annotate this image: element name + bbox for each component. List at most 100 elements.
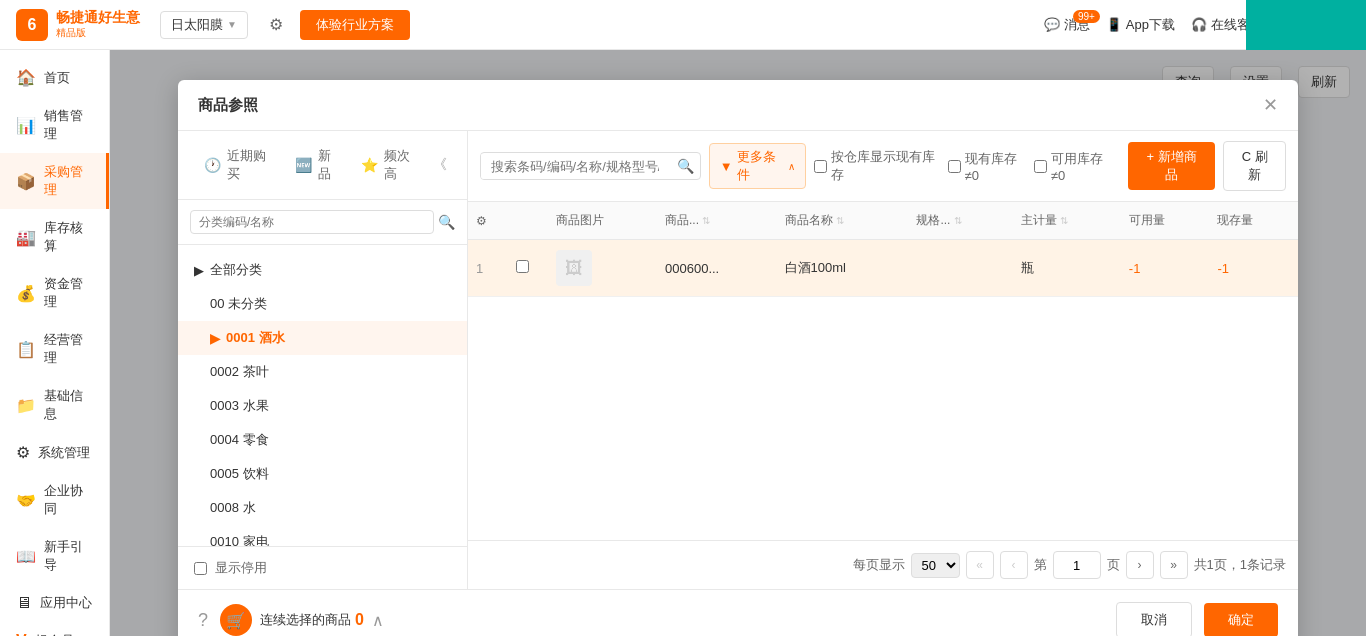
show-disabled[interactable]: 显示停用: [178, 546, 467, 589]
tab-recent[interactable]: 🕐 近期购买: [194, 141, 285, 189]
sidebar-item-member[interactable]: V 畅会员: [0, 622, 109, 636]
sidebar-label-member: 畅会员: [35, 632, 74, 636]
col-unit[interactable]: 主计量 ⇅: [1013, 202, 1121, 240]
cart-btn[interactable]: 🛒: [220, 604, 252, 636]
page-first-btn[interactable]: «: [966, 551, 994, 579]
page-prev-btn[interactable]: ‹: [1000, 551, 1028, 579]
row-available: -1: [1121, 240, 1210, 297]
col-image: 商品图片: [548, 202, 657, 240]
filter-arrow-icon: ∧: [788, 161, 795, 172]
usable-checkbox[interactable]: [1034, 160, 1047, 173]
collapse-left-btn[interactable]: 《: [429, 152, 451, 178]
tree-item-snack[interactable]: 0004 零食: [178, 423, 467, 457]
sidebar-item-finance[interactable]: 💰 资金管理: [0, 265, 109, 321]
page-suffix: 页: [1107, 556, 1120, 574]
sidebar-item-home[interactable]: 🏠 首页: [0, 58, 109, 97]
category-search-btn[interactable]: 🔍: [438, 214, 455, 230]
modal-body: 🕐 近期购买 🆕 新品 ⭐ 频次高: [178, 131, 1298, 589]
right-panel: 🔍 ▼ 更多条件 ∧ 按仓库显示现有库存: [468, 131, 1298, 589]
row-checkbox[interactable]: [516, 260, 529, 273]
tree-item-tea[interactable]: 0002 茶叶: [178, 355, 467, 389]
tree-item-all[interactable]: ▶ 全部分类: [178, 253, 467, 287]
product-search-input[interactable]: [481, 154, 669, 179]
message-item[interactable]: 💬 消息 99+: [1044, 16, 1090, 34]
show-disabled-checkbox[interactable]: [194, 562, 207, 575]
row-check[interactable]: [508, 240, 548, 297]
sidebar-item-operations[interactable]: 📋 经营管理: [0, 321, 109, 377]
sort-unit-icon: ⇅: [1060, 215, 1068, 226]
mobile-icon: 📱: [1106, 17, 1122, 32]
sort-spec-icon: ⇅: [954, 215, 962, 226]
col-code[interactable]: 商品... ⇅: [657, 202, 777, 240]
sidebar-item-app-center[interactable]: 🖥 应用中心: [0, 584, 109, 622]
tab-frequent[interactable]: ⭐ 频次高: [351, 141, 429, 189]
message-icon: 💬: [1044, 17, 1060, 32]
tree-item-liquor[interactable]: ▶ 0001 酒水: [178, 321, 467, 355]
message-badge: 99+: [1073, 10, 1100, 23]
logo-icon: 6: [16, 9, 48, 41]
product-search-box: 🔍: [480, 152, 701, 180]
cancel-btn[interactable]: 取消: [1116, 602, 1192, 636]
system-icon: ⚙: [16, 443, 30, 462]
modal-close-btn[interactable]: ✕: [1263, 94, 1278, 116]
page-next-btn[interactable]: ›: [1126, 551, 1154, 579]
page-total-info: 共1页，1条记录: [1194, 556, 1286, 574]
tab-new[interactable]: 🆕 新品: [285, 141, 351, 189]
logo: 6 畅捷通好生意 精品版: [16, 9, 140, 41]
table-row[interactable]: 1 🖼 000600... 白酒100ml: [468, 240, 1298, 297]
page-number-input[interactable]: [1053, 551, 1101, 579]
refresh-table-btn[interactable]: C 刷新: [1223, 141, 1286, 191]
tree-label-all: 全部分类: [210, 261, 262, 279]
tree-item-uncategorized[interactable]: 00 未分类: [178, 287, 467, 321]
row-stock: -1: [1209, 240, 1298, 297]
category-search-input[interactable]: [190, 210, 434, 234]
tree-label-fruit: 0003 水果: [210, 397, 269, 415]
product-search-btn[interactable]: 🔍: [669, 153, 701, 179]
app-download-item[interactable]: 📱 App下载: [1106, 16, 1175, 34]
warehouse-label: 按仓库显示现有库存: [831, 148, 940, 184]
warehouse-filter[interactable]: 按仓库显示现有库存: [814, 148, 940, 184]
store-selector[interactable]: 日太阳膜 ▼: [160, 11, 248, 39]
warehouse-checkbox[interactable]: [814, 160, 827, 173]
sidebar-item-guide[interactable]: 📖 新手引导: [0, 528, 109, 584]
left-tabs: 🕐 近期购买 🆕 新品 ⭐ 频次高: [194, 141, 429, 189]
sidebar-item-inventory[interactable]: 🏭 库存核算: [0, 209, 109, 265]
page-last-btn[interactable]: »: [1160, 551, 1188, 579]
usable-filter[interactable]: 可用库存≠0: [1034, 150, 1112, 183]
per-page-select[interactable]: 50: [911, 553, 960, 578]
tree-item-fruit[interactable]: 0003 水果: [178, 389, 467, 423]
sales-icon: 📊: [16, 116, 36, 135]
col-spec[interactable]: 规格... ⇅: [908, 202, 1013, 240]
sidebar-label-purchase: 采购管理: [44, 163, 90, 199]
sidebar-item-enterprise[interactable]: 🤝 企业协同: [0, 472, 109, 528]
tree-label-tea: 0002 茶叶: [210, 363, 269, 381]
help-icon[interactable]: ?: [198, 610, 208, 631]
per-page-label: 每页显示: [853, 556, 905, 574]
filter-more-btn[interactable]: ▼ 更多条件 ∧: [709, 143, 806, 189]
col-name[interactable]: 商品名称 ⇅: [777, 202, 909, 240]
modal-title: 商品参照: [198, 96, 258, 115]
sidebar-item-purchase[interactable]: 📦 采购管理: [0, 153, 109, 209]
navbar: 6 畅捷通好生意 精品版 日太阳膜 ▼ ⚙ 体验行业方案 💬 消息 99+ 📱 …: [0, 0, 1366, 50]
col-settings[interactable]: ⚙: [468, 202, 508, 240]
sidebar-item-system[interactable]: ⚙ 系统管理: [0, 433, 109, 472]
collapse-up-icon[interactable]: ∧: [372, 611, 384, 630]
add-product-btn[interactable]: + 新增商品: [1128, 142, 1215, 190]
cart-count: 0: [355, 611, 364, 629]
tree-item-water[interactable]: 0008 水: [178, 491, 467, 525]
available-filter[interactable]: 现有库存≠0: [948, 150, 1026, 183]
store-name: 日太阳膜: [171, 16, 223, 34]
tree-item-appliance[interactable]: 0010 家电: [178, 525, 467, 546]
tree-label-snack: 0004 零食: [210, 431, 269, 449]
logo-char: 6: [28, 16, 37, 34]
tree-item-beverage[interactable]: 0005 饮料: [178, 457, 467, 491]
store-arrow-icon: ▼: [227, 19, 237, 30]
trial-btn[interactable]: 体验行业方案: [300, 10, 410, 40]
tree-label-water: 0008 水: [210, 499, 256, 517]
settings-icon[interactable]: ⚙: [260, 9, 292, 41]
confirm-btn[interactable]: 确定: [1204, 603, 1278, 636]
headset-icon: 🎧: [1191, 17, 1207, 32]
available-checkbox[interactable]: [948, 160, 961, 173]
sidebar-item-sales[interactable]: 📊 销售管理: [0, 97, 109, 153]
sidebar-item-basic-info[interactable]: 📁 基础信息: [0, 377, 109, 433]
